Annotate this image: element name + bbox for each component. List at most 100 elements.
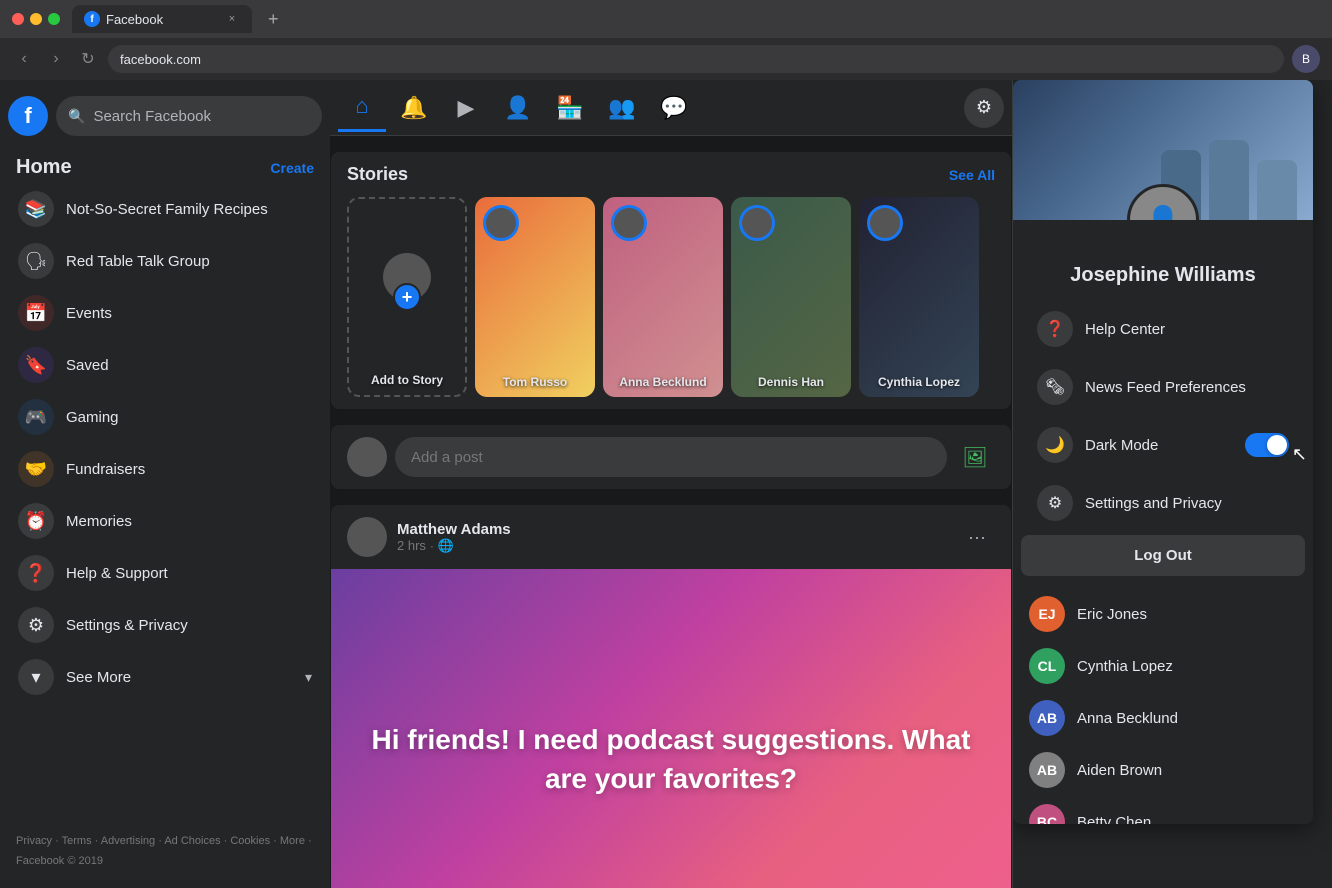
post-time: 2 hrs · 🌐 [397, 538, 949, 554]
create-link[interactable]: Create [270, 160, 314, 176]
nav-profile-button[interactable]: 👤 [494, 84, 542, 132]
composer-input[interactable]: Add a post [395, 437, 947, 477]
stories-header: Stories See All [347, 164, 995, 185]
friend-item-aiden[interactable]: AB Aiden Brown [1013, 744, 1313, 796]
story-avatar-2 [611, 205, 647, 241]
back-button[interactable]: ‹ [12, 50, 36, 68]
forward-button[interactable]: › [44, 50, 68, 68]
stories-row: + Add to Story Tom Russo Anna Becklund [347, 197, 995, 397]
profile-banner: 👤 [1013, 80, 1313, 220]
dropdown-settings-item[interactable]: ⚙ Settings and Privacy [1021, 475, 1305, 531]
post-card: Matthew Adams 2 hrs · 🌐 ··· Hi friends! … [331, 505, 1011, 888]
tab-title: Facebook [106, 12, 163, 27]
story-name-4: Cynthia Lopez [859, 375, 979, 389]
search-box[interactable]: 🔍 Search Facebook [56, 96, 322, 136]
nav-marketplace-button[interactable]: 🏪 [546, 84, 594, 132]
help-icon: ❓ [18, 555, 54, 591]
profile-name[interactable]: Josephine Williams [1013, 264, 1313, 299]
nav-home-button[interactable]: ⌂ [338, 84, 386, 132]
nav-watch-button[interactable]: ▶ [442, 84, 490, 132]
search-icon: 🔍 [68, 108, 85, 125]
friend-item-betty[interactable]: BC Betty Chen [1013, 796, 1313, 824]
story-avatar-4 [867, 205, 903, 241]
browser-chrome: f Facebook × + ‹ › ↻ facebook.com B [0, 0, 1332, 80]
story-card-4[interactable]: Cynthia Lopez [859, 197, 979, 397]
logout-button[interactable]: Log Out [1021, 535, 1305, 576]
composer-photo-button[interactable]: 🖼 [955, 437, 995, 477]
story-card-3[interactable]: Dennis Han [731, 197, 851, 397]
memories-icon: ⏰ [18, 503, 54, 539]
see-more-group: See More ▾ [66, 669, 312, 686]
address-bar[interactable]: facebook.com [108, 45, 1284, 73]
sidebar-item-settings-label: Settings & Privacy [66, 617, 188, 634]
facebook-app: f 🔍 Search Facebook Home Create 📚 Not-So… [0, 80, 1332, 888]
maximize-window-button[interactable] [48, 13, 60, 25]
browser-addressbar: ‹ › ↻ facebook.com B [0, 38, 1332, 80]
cursor-indicator: ↖ [1292, 444, 1307, 465]
add-story-card[interactable]: + Add to Story [347, 197, 467, 397]
toggle-knob [1267, 435, 1287, 455]
close-window-button[interactable] [12, 13, 24, 25]
sidebar-item-recipes[interactable]: 📚 Not-So-Secret Family Recipes [8, 183, 322, 235]
sidebar-item-help[interactable]: ❓ Help & Support [8, 547, 322, 599]
sidebar-item-settings[interactable]: ⚙ Settings & Privacy [8, 599, 322, 651]
friend-item-anna[interactable]: AB Anna Becklund [1013, 692, 1313, 744]
dropdown-help-item[interactable]: ❓ Help Center [1021, 301, 1305, 357]
post-composer: Add a post 🖼 [331, 425, 1011, 489]
search-placeholder-text: Search Facebook [93, 108, 211, 125]
refresh-button[interactable]: ↻ [76, 49, 100, 69]
story-avatar-1 [483, 205, 519, 241]
newsfeed-label: News Feed Preferences [1085, 379, 1246, 396]
friend-avatar-eric: EJ [1029, 596, 1065, 632]
friend-name-anna: Anna Becklund [1077, 710, 1178, 727]
saved-icon: 🔖 [18, 347, 54, 383]
friend-item-eric[interactable]: EJ Eric Jones [1013, 588, 1313, 640]
traffic-lights [12, 13, 60, 25]
fundraisers-icon: 🤝 [18, 451, 54, 487]
facebook-logo: f [8, 96, 48, 136]
dark-mode-label: Dark Mode [1085, 437, 1158, 454]
nav-groups-button[interactable]: 👥 [598, 84, 646, 132]
friend-name-eric: Eric Jones [1077, 606, 1147, 623]
newsfeed-icon: 🗞 [1037, 369, 1073, 405]
post-meta: Matthew Adams 2 hrs · 🌐 [397, 521, 949, 554]
add-story-plus-icon: + [393, 283, 421, 311]
settings-privacy-label: Settings and Privacy [1085, 495, 1222, 512]
nav-notifications-button[interactable]: 🔔 [390, 84, 438, 132]
minimize-window-button[interactable] [30, 13, 42, 25]
recipes-icon: 📚 [18, 191, 54, 227]
nav-settings-button[interactable]: ⚙ [964, 88, 1004, 128]
sidebar-item-more[interactable]: ▾ See More ▾ [8, 651, 322, 703]
new-tab-button[interactable]: + [268, 9, 279, 30]
sidebar-item-fundraisers[interactable]: 🤝 Fundraisers [8, 443, 322, 495]
sidebar-item-redtable[interactable]: 🗣 Red Table Talk Group [8, 235, 322, 287]
left-sidebar: f 🔍 Search Facebook Home Create 📚 Not-So… [0, 80, 330, 888]
sidebar-item-gaming[interactable]: 🎮 Gaming [8, 391, 322, 443]
nav-messenger-button[interactable]: 💬 [650, 84, 698, 132]
post-more-button[interactable]: ··· [959, 519, 995, 555]
friends-list: EJ Eric Jones CL Cynthia Lopez AB Anna B… [1013, 584, 1313, 824]
sidebar-item-saved[interactable]: 🔖 Saved [8, 339, 322, 391]
sidebar-item-help-label: Help & Support [66, 565, 168, 582]
story-card-1[interactable]: Tom Russo [475, 197, 595, 397]
navbar: ⌂ 🔔 ▶ 👤 🏪 👥 💬 ⚙ [330, 80, 1012, 136]
tab-close-button[interactable]: × [224, 11, 240, 27]
browser-tab[interactable]: f Facebook × [72, 5, 252, 33]
sidebar-item-gaming-label: Gaming [66, 409, 119, 426]
dark-mode-toggle[interactable]: ↖ [1245, 433, 1289, 457]
sidebar-item-events[interactable]: 📅 Events [8, 287, 322, 339]
story-card-2[interactable]: Anna Becklund [603, 197, 723, 397]
dropdown-newsfeed-item[interactable]: 🗞 News Feed Preferences [1021, 359, 1305, 415]
feed-area: Stories See All + Add to Story [330, 136, 1012, 888]
events-icon: 📅 [18, 295, 54, 331]
footer-links: Privacy · Terms · Advertising · Ad Choic… [8, 824, 322, 880]
post-image-text: Hi friends! I need podcast suggestions. … [355, 720, 987, 798]
friend-item-cynthia[interactable]: CL Cynthia Lopez [1013, 640, 1313, 692]
tab-favicon: f [84, 11, 100, 27]
sidebar-item-memories[interactable]: ⏰ Memories [8, 495, 322, 547]
dropdown-darkmode-item[interactable]: 🌙 Dark Mode ↖ [1021, 417, 1305, 473]
post-header: Matthew Adams 2 hrs · 🌐 ··· [331, 505, 1011, 569]
settings-icon: ⚙ [18, 607, 54, 643]
browser-profile-icon[interactable]: B [1292, 45, 1320, 73]
see-all-link[interactable]: See All [949, 167, 995, 183]
